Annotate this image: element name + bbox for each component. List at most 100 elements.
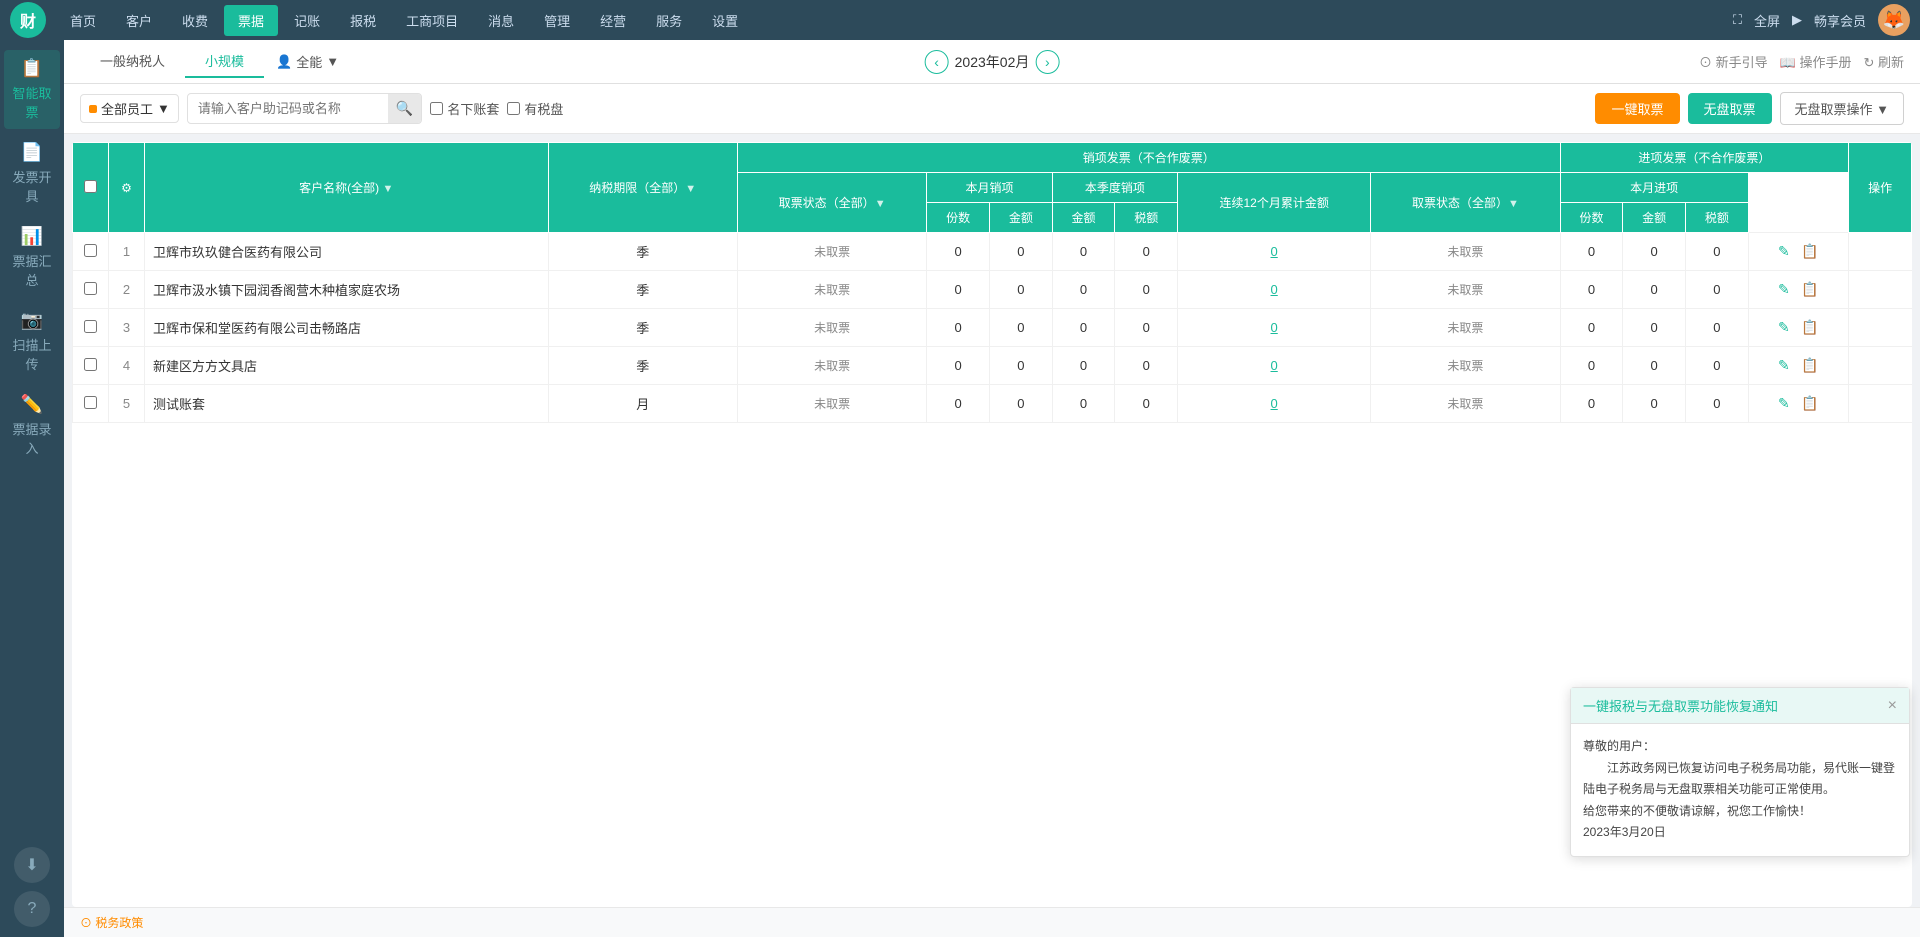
nav-client[interactable]: 客户 bbox=[112, 5, 166, 36]
row-edit-btn[interactable]: ✎ bbox=[1774, 317, 1794, 338]
th-sale-month: 本月销项 bbox=[927, 173, 1052, 203]
employee-select[interactable]: 全部员工 ▼ bbox=[80, 94, 179, 123]
row-sale-month-count: 0 bbox=[927, 271, 990, 309]
app-logo[interactable]: 财 bbox=[10, 2, 46, 38]
top-nav: 财 首页 客户 收费 票据 记账 报税 工商项目 消息 管理 经营 服务 设置 … bbox=[0, 0, 1920, 40]
row-edit-btn[interactable]: ✎ bbox=[1774, 279, 1794, 300]
tab-all-icon: 👤 bbox=[276, 54, 292, 70]
row-edit-btn[interactable]: ✎ bbox=[1774, 355, 1794, 376]
member-label[interactable]: 畅享会员 bbox=[1814, 11, 1866, 30]
row-num: 1 bbox=[109, 233, 145, 271]
row-actions: ✎ 📋 bbox=[1748, 385, 1849, 423]
date-prev-btn[interactable]: ‹ bbox=[925, 50, 949, 74]
sidebar-item-scan-upload[interactable]: 📷 扫描上传 bbox=[4, 302, 60, 381]
row-period: 月 bbox=[548, 385, 737, 423]
no-disk-ops-btn[interactable]: 无盘取票操作 ▼ bbox=[1780, 92, 1904, 125]
th-sale-12month: 连续12个月累计金额 bbox=[1178, 173, 1371, 233]
tax-disk-checkbox[interactable] bbox=[507, 102, 520, 115]
row-checkbox[interactable] bbox=[73, 347, 109, 385]
employee-chevron: ▼ bbox=[157, 101, 170, 116]
row-sale-12month[interactable]: 0 bbox=[1178, 347, 1371, 385]
row-purchase-tax: 0 bbox=[1685, 309, 1748, 347]
search-button[interactable]: 🔍 bbox=[388, 94, 421, 123]
table-row: 3 卫辉市保和堂医药有限公司击畅路店 季 未取票 0 0 0 0 0 未取票 0… bbox=[73, 309, 1912, 347]
scan-upload-icon: 📷 bbox=[21, 310, 43, 331]
row-sale-12month[interactable]: 0 bbox=[1178, 385, 1371, 423]
tab-all[interactable]: 👤 全能 ▼ bbox=[264, 46, 351, 77]
sidebar-help-btn[interactable]: ? bbox=[14, 891, 50, 927]
row-purchase-count: 0 bbox=[1560, 385, 1623, 423]
row-client-name: 新建区方方文具店 bbox=[145, 347, 549, 385]
sidebar-item-smart-ticket[interactable]: 📋 智能取票 bbox=[4, 50, 60, 129]
row-sale-status: 未取票 bbox=[737, 385, 926, 423]
row-sale-quarter-amount: 0 bbox=[1052, 309, 1115, 347]
sidebar-download-btn[interactable]: ⬇ bbox=[14, 847, 50, 883]
new-guide-link[interactable]: ⊙ 新手引导 bbox=[1699, 52, 1768, 71]
row-detail-btn[interactable]: 📋 bbox=[1797, 279, 1822, 300]
nav-commerce[interactable]: 工商项目 bbox=[392, 5, 472, 36]
refresh-link[interactable]: ↻ 刷新 bbox=[1863, 52, 1904, 71]
row-sale-12month[interactable]: 0 bbox=[1178, 233, 1371, 271]
row-actions: ✎ 📋 bbox=[1748, 347, 1849, 385]
nav-bookkeeping[interactable]: 记账 bbox=[280, 5, 334, 36]
row-sale-month-amount: 0 bbox=[990, 347, 1053, 385]
notification-close-btn[interactable]: × bbox=[1888, 698, 1897, 714]
row-detail-btn[interactable]: 📋 bbox=[1797, 241, 1822, 262]
row-edit-btn[interactable]: ✎ bbox=[1774, 393, 1794, 414]
tab-small[interactable]: 小规模 bbox=[185, 45, 264, 78]
no-disk-ticket-btn[interactable]: 无盘取票 bbox=[1688, 93, 1772, 124]
row-purchase-status: 未取票 bbox=[1371, 271, 1560, 309]
check-own-accounts[interactable]: 名下账套 bbox=[430, 99, 499, 118]
row-purchase-count: 0 bbox=[1560, 347, 1623, 385]
sidebar-bottom: ⬇ ? bbox=[14, 847, 50, 927]
notification-panel: 一键报税与无盘取票功能恢复通知 × 尊敬的用户： 江苏政务网已恢复访问电子税务局… bbox=[1570, 687, 1910, 857]
row-sale-12month[interactable]: 0 bbox=[1178, 271, 1371, 309]
nav-invoice[interactable]: 票据 bbox=[224, 5, 278, 36]
fullscreen-label[interactable]: 全屏 bbox=[1754, 11, 1780, 30]
sidebar-item-invoice-summary[interactable]: 📊 票据汇总 bbox=[4, 218, 60, 297]
nav-charge[interactable]: 收费 bbox=[168, 5, 222, 36]
sidebar-item-open-invoice[interactable]: 📄 发票开具 bbox=[4, 134, 60, 213]
invoice-summary-icon: 📊 bbox=[21, 226, 43, 247]
nav-message[interactable]: 消息 bbox=[474, 5, 528, 36]
check-tax-disk[interactable]: 有税盘 bbox=[507, 99, 563, 118]
row-detail-btn[interactable]: 📋 bbox=[1797, 355, 1822, 376]
row-sale-status: 未取票 bbox=[737, 233, 926, 271]
one-click-ticket-btn[interactable]: 一键取票 bbox=[1595, 93, 1679, 124]
row-detail-btn[interactable]: 📋 bbox=[1797, 393, 1822, 414]
fullscreen-icon[interactable]: ⛶ bbox=[1733, 12, 1742, 28]
tax-policy-link[interactable]: ⊙ 税务政策 bbox=[80, 914, 143, 931]
own-accounts-checkbox[interactable] bbox=[430, 102, 443, 115]
tab-general[interactable]: 一般纳税人 bbox=[80, 45, 185, 78]
nav-manage[interactable]: 管理 bbox=[530, 5, 584, 36]
row-purchase-amount: 0 bbox=[1623, 385, 1686, 423]
nav-service[interactable]: 服务 bbox=[642, 5, 696, 36]
row-edit-btn[interactable]: ✎ bbox=[1774, 241, 1794, 262]
row-purchase-amount: 0 bbox=[1623, 233, 1686, 271]
row-period: 季 bbox=[548, 347, 737, 385]
nav-settings[interactable]: 设置 bbox=[698, 5, 752, 36]
member-icon[interactable]: ▶ bbox=[1792, 12, 1802, 28]
row-checkbox[interactable] bbox=[73, 233, 109, 271]
row-purchase-status: 未取票 bbox=[1371, 385, 1560, 423]
row-sale-12month[interactable]: 0 bbox=[1178, 309, 1371, 347]
manual-link[interactable]: 📖 操作手册 bbox=[1780, 52, 1852, 71]
nav-tax[interactable]: 报税 bbox=[336, 5, 390, 36]
row-purchase-tax: 0 bbox=[1685, 347, 1748, 385]
th-sale-quarter-amount: 金额 bbox=[1052, 203, 1115, 233]
search-input[interactable] bbox=[188, 96, 388, 121]
user-avatar[interactable]: 🦊 bbox=[1878, 4, 1910, 36]
sidebar-item-invoice-entry[interactable]: ✏️ 票据录入 bbox=[4, 386, 60, 465]
notification-body: 尊敬的用户： 江苏政务网已恢复访问电子税务局功能，易代账一键登陆电子税务局与无盘… bbox=[1571, 724, 1909, 856]
row-num: 2 bbox=[109, 271, 145, 309]
row-sale-quarter-tax: 0 bbox=[1115, 385, 1178, 423]
select-all-checkbox[interactable] bbox=[84, 180, 97, 193]
nav-home[interactable]: 首页 bbox=[56, 5, 110, 36]
row-detail-btn[interactable]: 📋 bbox=[1797, 317, 1822, 338]
row-checkbox[interactable] bbox=[73, 385, 109, 423]
date-next-btn[interactable]: › bbox=[1035, 50, 1059, 74]
row-checkbox[interactable] bbox=[73, 309, 109, 347]
row-checkbox[interactable] bbox=[73, 271, 109, 309]
nav-right: ⛶ 全屏 ▶ 畅享会员 🦊 bbox=[1733, 4, 1910, 36]
nav-business[interactable]: 经营 bbox=[586, 5, 640, 36]
